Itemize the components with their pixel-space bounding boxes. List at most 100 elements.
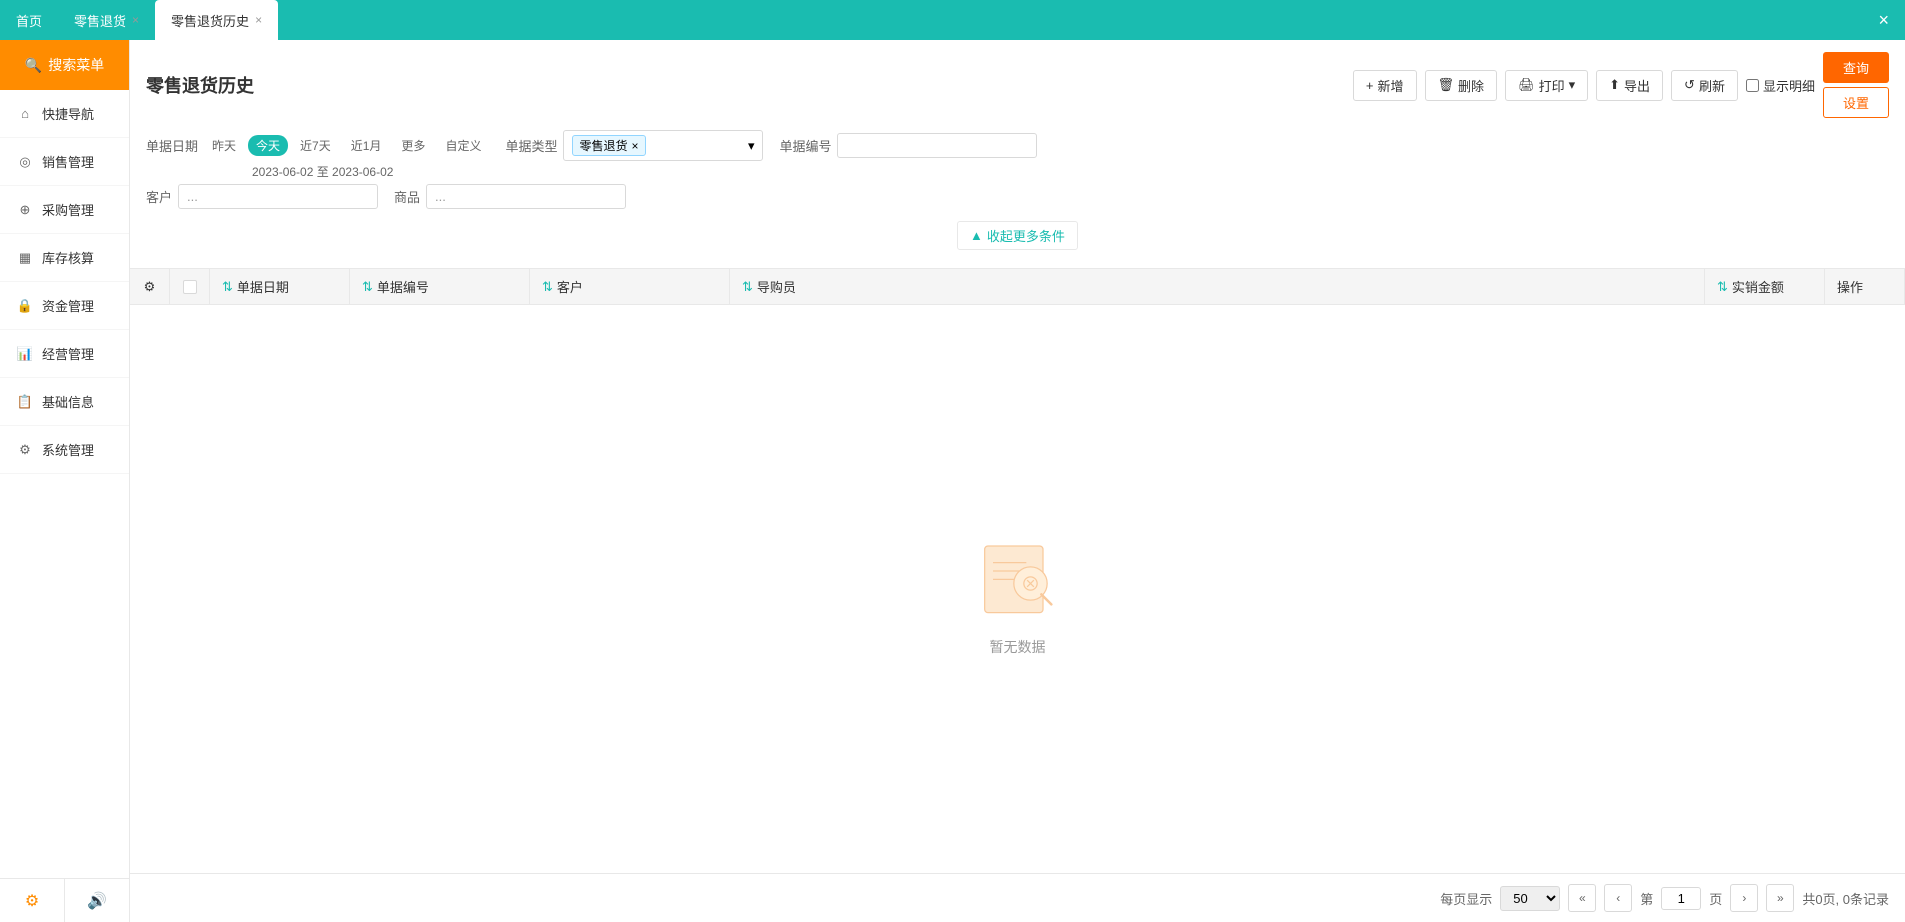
refresh-button[interactable]: ↺ 刷新	[1671, 70, 1738, 101]
th-date[interactable]: ⇅ 单据日期	[210, 269, 350, 304]
page-number-input[interactable]	[1661, 887, 1701, 910]
sidebar-item-inventory[interactable]: ▦ 库存核算	[0, 234, 129, 282]
first-page-button[interactable]: «	[1568, 884, 1596, 912]
per-page-label: 每页显示	[1440, 889, 1492, 908]
refresh-icon: ↺	[1684, 77, 1695, 93]
print-button[interactable]: 🖨 打印 ▾	[1505, 70, 1588, 101]
sidebar-item-basic-info-label: 基础信息	[42, 392, 94, 411]
sidebar-item-operations[interactable]: 📊 经营管理	[0, 330, 129, 378]
sidebar-item-quick-nav[interactable]: ⌂ 快捷导航	[0, 90, 129, 138]
tab-return[interactable]: 零售退货 ×	[58, 0, 155, 40]
sidebar-item-operations-label: 经营管理	[42, 344, 94, 363]
bill-type-select[interactable]: 零售退货 × ▾	[563, 130, 763, 161]
system-icon: ⚙	[16, 441, 34, 459]
prev-page-button[interactable]: ‹	[1604, 884, 1632, 912]
bill-type-tag: 零售退货 ×	[572, 135, 645, 156]
filter-area: 单据日期 昨天 今天 近7天 近1月 更多 自定义 单据类型	[146, 130, 1889, 268]
sidebar-item-inventory-label: 库存核算	[42, 248, 94, 267]
sidebar-item-basic-info[interactable]: 📋 基础信息	[0, 378, 129, 426]
info-icon: 📋	[16, 393, 34, 411]
per-page-select[interactable]: 50 10 20 100	[1500, 886, 1560, 911]
new-button[interactable]: + 新增	[1353, 70, 1417, 101]
date-range-display: 2023-06-02 至 2023-06-02	[252, 163, 393, 180]
print-label: 打印	[1539, 76, 1565, 95]
tab-return-close[interactable]: ×	[132, 13, 139, 27]
sidebar-item-purchase-mgmt[interactable]: ⊕ 采购管理	[0, 186, 129, 234]
sidebar-settings-button[interactable]: ⚙	[0, 879, 65, 922]
collapse-filter-button[interactable]: ▲ 收起更多条件	[957, 221, 1078, 250]
date-btn-more[interactable]: 更多	[393, 135, 433, 156]
delete-label: 删除	[1458, 76, 1484, 95]
bill-type-filter-item: 单据类型 零售退货 × ▾	[505, 130, 763, 161]
tab-home[interactable]: 首页	[0, 0, 58, 40]
page-title: 零售退货历史	[146, 72, 254, 98]
sidebar-item-sales-mgmt[interactable]: ◎ 销售管理	[0, 138, 129, 186]
goods-placeholder: ...	[435, 189, 446, 204]
th-guide-label: 导购员	[757, 277, 796, 296]
select-all-checkbox[interactable]	[183, 280, 197, 294]
tab-return-history[interactable]: 零售退货历史 ×	[155, 0, 278, 40]
th-date-label: 单据日期	[237, 277, 289, 296]
gear-icon: ⚙	[25, 891, 39, 911]
audio-icon: 🔊	[87, 891, 107, 911]
th-bill-no[interactable]: ⇅ 单据编号	[350, 269, 530, 304]
display-detail-check[interactable]: 显示明细	[1746, 76, 1815, 95]
th-guide[interactable]: ⇅ 导购员	[730, 269, 1705, 304]
page-actions: + 新增 🗑 删除 🖨 打印 ▾ ⬆ 导出	[1353, 52, 1889, 118]
settings-icon: ⚙	[144, 279, 156, 295]
bill-type-value: 零售退货	[579, 137, 627, 154]
date-btn-yesterday[interactable]: 昨天	[204, 135, 244, 156]
customer-placeholder: ...	[187, 189, 198, 204]
filter-row-2: 客户 ... 商品 ...	[146, 184, 1889, 209]
plus-icon: +	[1366, 78, 1374, 93]
tab-return-label: 零售退货	[74, 11, 126, 30]
sort-bill-icon: ⇅	[362, 279, 373, 295]
th-amount[interactable]: ⇅ 实销金额	[1705, 269, 1825, 304]
last-page-icon: »	[1777, 891, 1784, 905]
th-bill-no-label: 单据编号	[377, 277, 429, 296]
bill-no-input[interactable]	[837, 133, 1037, 158]
date-btn-7days[interactable]: 近7天	[292, 135, 339, 156]
tab-home-label: 首页	[16, 11, 42, 30]
page-header: 零售退货历史 + 新增 🗑 删除 🖨 打印 ▾	[130, 40, 1905, 269]
finance-icon: 🔒	[16, 297, 34, 315]
sidebar-audio-button[interactable]: 🔊	[65, 879, 129, 922]
th-operation-label: 操作	[1837, 277, 1863, 296]
page-title-row: 零售退货历史 + 新增 🗑 删除 🖨 打印 ▾	[146, 52, 1889, 118]
setting-button[interactable]: 设置	[1823, 87, 1889, 118]
customer-input[interactable]: ...	[178, 184, 378, 209]
goods-label: 商品	[394, 187, 420, 206]
sidebar-item-system-label: 系统管理	[42, 440, 94, 459]
last-page-button[interactable]: »	[1766, 884, 1794, 912]
collapse-icon: ▲	[970, 228, 983, 243]
sidebar-item-system-mgmt[interactable]: ⚙ 系统管理	[0, 426, 129, 474]
next-page-button[interactable]: ›	[1730, 884, 1758, 912]
top-bar: 首页 零售退货 × 零售退货历史 × ×	[0, 0, 1905, 40]
th-customer[interactable]: ⇅ 客户	[530, 269, 730, 304]
tab-return-history-close[interactable]: ×	[255, 13, 262, 27]
query-button[interactable]: 查询	[1823, 52, 1889, 83]
pagination: 每页显示 50 10 20 100 « ‹ 第 页 ›	[130, 873, 1905, 922]
goods-input[interactable]: ...	[426, 184, 626, 209]
sidebar-search-label: 搜索菜单	[48, 55, 104, 75]
date-btn-1month[interactable]: 近1月	[343, 135, 390, 156]
date-btn-custom[interactable]: 自定义	[437, 135, 489, 156]
first-page-icon: «	[1579, 891, 1586, 905]
query-setting-group: 查询 设置	[1823, 52, 1889, 118]
display-detail-checkbox[interactable]	[1746, 79, 1759, 92]
sidebar-item-finance-label: 资金管理	[42, 296, 94, 315]
date-btn-today[interactable]: 今天	[248, 135, 288, 156]
sidebar-item-finance[interactable]: 🔒 资金管理	[0, 282, 129, 330]
delete-button[interactable]: 🗑 删除	[1425, 70, 1498, 101]
sidebar-search[interactable]: 🔍 搜索菜单	[0, 40, 129, 90]
page-unit: 页	[1709, 889, 1722, 908]
bill-type-tag-close[interactable]: ×	[631, 139, 638, 153]
th-checkbox[interactable]	[170, 269, 210, 304]
customer-filter-item: 客户 ...	[146, 184, 378, 209]
main-layout: 🔍 搜索菜单 ⌂ 快捷导航 ◎ 销售管理 ⊕ 采购管理 ▦ 库存核算 🔒 资金	[0, 40, 1905, 922]
th-settings[interactable]: ⚙	[130, 269, 170, 304]
export-icon: ⬆	[1609, 77, 1620, 93]
window-close-button[interactable]: ×	[1862, 10, 1905, 31]
th-operation: 操作	[1825, 269, 1905, 304]
export-button[interactable]: ⬆ 导出	[1596, 70, 1663, 101]
